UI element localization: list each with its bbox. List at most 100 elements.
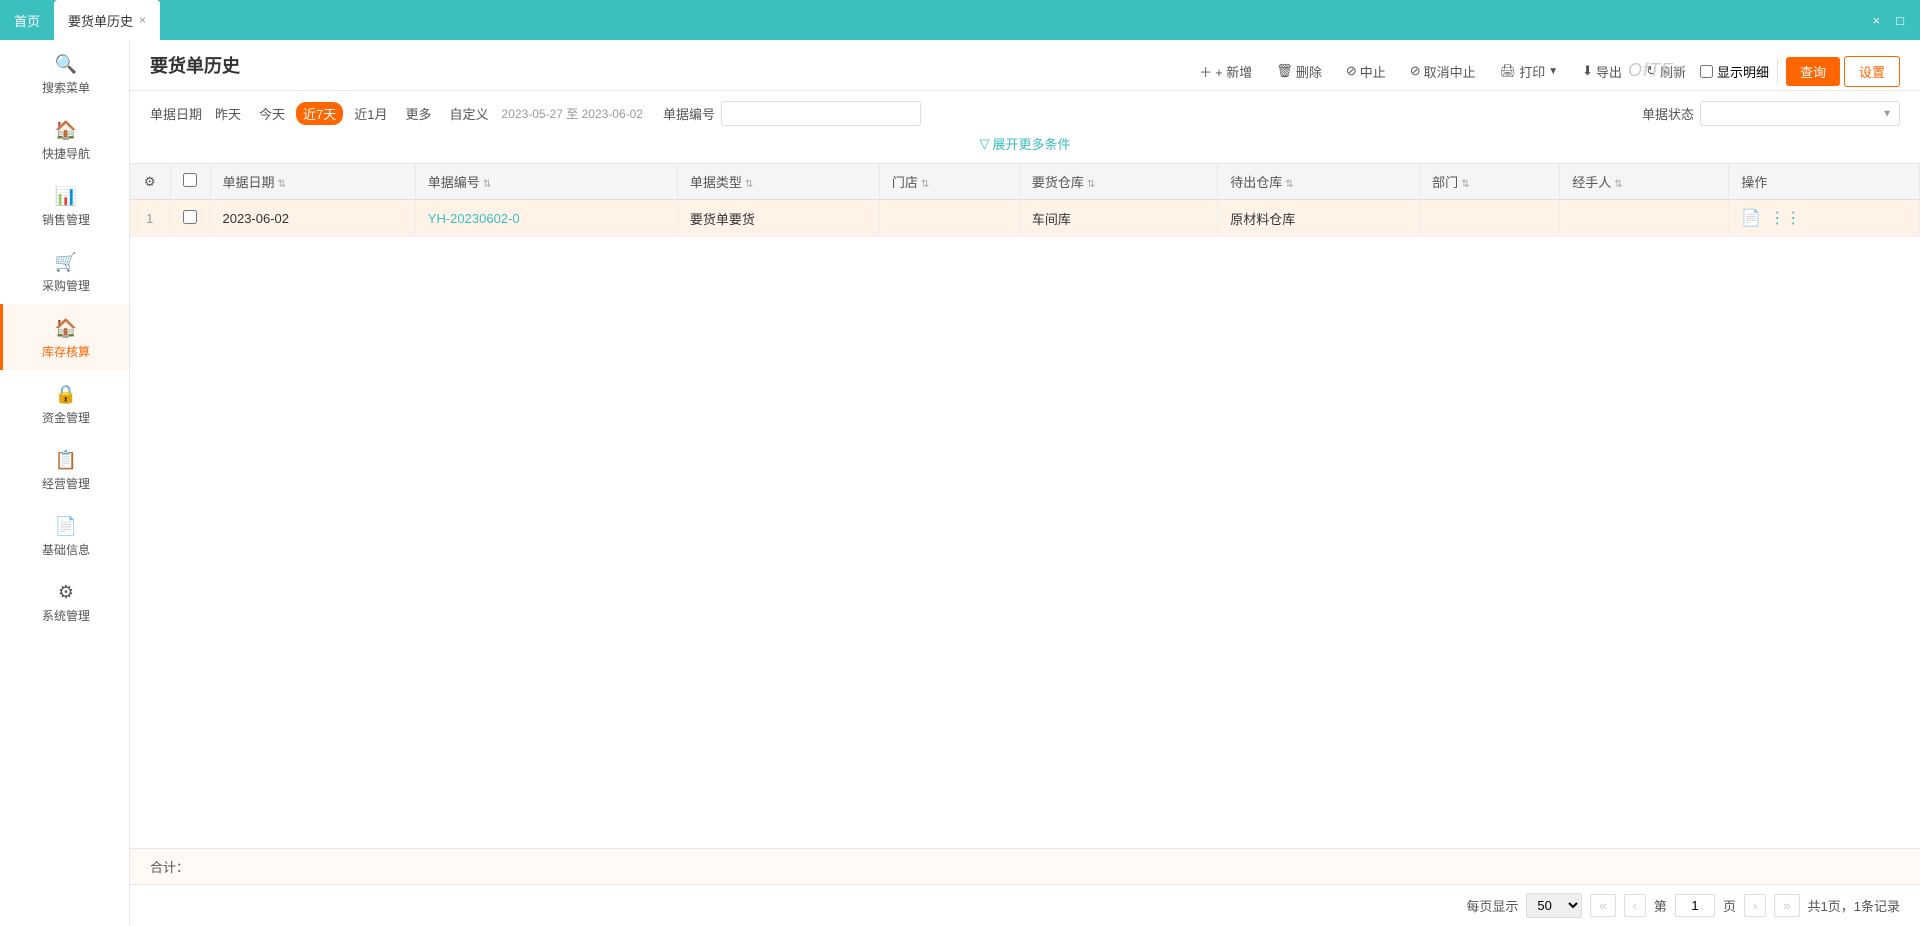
display-detail-toggle[interactable]: 显示明细 — [1700, 62, 1769, 81]
expand-label: 展开更多条件 — [992, 134, 1070, 153]
th-pending-warehouse[interactable]: 待出仓库⇅ — [1218, 164, 1420, 200]
operations-mgmt-icon: 📋 — [55, 450, 77, 471]
export-label: 导出 — [1596, 62, 1622, 81]
filter-row-1: 单据日期 昨天 今天 近7天 近1月 更多 自定义 2023-05-27 至 2… — [150, 101, 1900, 126]
th-req-warehouse[interactable]: 要货仓库⇅ — [1019, 164, 1217, 200]
tab-requisition-history[interactable]: 要货单历史 × — [54, 0, 160, 40]
prev-page-button[interactable]: ‹ — [1624, 894, 1646, 917]
tab-close-icon[interactable]: × — [139, 13, 146, 27]
status-filter-label: 单据状态 — [1642, 104, 1694, 123]
tab-home[interactable]: 首页 — [0, 0, 54, 40]
main-layout: 🔍 搜索菜单 🏠 快捷导航 📊 销售管理 🛒 采购管理 🏠 库存核算 🔒 资金管… — [0, 40, 1920, 926]
th-handler[interactable]: 经手人⇅ — [1560, 164, 1729, 200]
first-page-button[interactable]: « — [1590, 894, 1615, 917]
sidebar-item-quick-nav-label: 快捷导航 — [42, 145, 90, 162]
date-btn-more[interactable]: 更多 — [399, 102, 439, 125]
date-btn-custom[interactable]: 自定义 — [443, 102, 496, 125]
sidebar-item-system-mgmt[interactable]: ⚙ 系统管理 — [0, 568, 129, 634]
refresh-button[interactable]: ↻ 刷新 — [1636, 57, 1696, 86]
page-size-label: 每页显示 — [1466, 896, 1518, 915]
sidebar-item-search-menu[interactable]: 🔍 搜索菜单 — [0, 40, 129, 106]
sort-no-icon: ⇅ — [483, 179, 491, 190]
td-handler — [1560, 200, 1729, 237]
sidebar-item-inventory[interactable]: 🏠 库存核算 — [0, 304, 129, 370]
td-store — [879, 200, 1019, 237]
sales-mgmt-icon: 📊 — [55, 186, 77, 207]
date-btn-1month[interactable]: 近1月 — [347, 102, 394, 125]
sidebar-item-basic-info[interactable]: 📄 基础信息 — [0, 502, 129, 568]
page-size-select[interactable]: 50 20 100 200 — [1526, 893, 1582, 918]
table-header-row: ⚙ 单据日期⇅ 单据编号⇅ 单据类型⇅ 门店⇅ 要货仓库⇅ 待出仓库⇅ 部门⇅ … — [130, 164, 1920, 200]
setting-button[interactable]: 设置 — [1844, 56, 1900, 87]
print-icon: 🖨 — [1500, 63, 1517, 79]
close-window-icon[interactable]: × — [1873, 13, 1881, 28]
billno-filter-label: 单据编号 — [663, 104, 715, 123]
date-filter-label: 单据日期 — [150, 104, 202, 123]
td-checkbox — [170, 200, 210, 237]
status-select[interactable] — [1700, 101, 1900, 126]
date-btn-yesterday[interactable]: 昨天 — [208, 102, 248, 125]
print-dropdown-icon: ▼ — [1548, 66, 1558, 77]
td-pending-warehouse: 原材料仓库 — [1218, 200, 1420, 237]
more-action-icon[interactable]: ⋮⋮ — [1769, 208, 1801, 228]
th-no[interactable]: 单据编号⇅ — [415, 164, 677, 200]
delete-label: 删除 — [1296, 62, 1322, 81]
sort-store-icon: ⇅ — [921, 179, 929, 190]
finance-mgmt-icon: 🔒 — [55, 384, 77, 405]
last-page-button[interactable]: » — [1774, 894, 1799, 917]
page-number-input[interactable] — [1675, 894, 1715, 917]
display-detail-checkbox[interactable] — [1700, 65, 1713, 78]
td-no[interactable]: YH-20230602-0 — [415, 200, 677, 237]
sidebar-item-purchase-mgmt[interactable]: 🛒 采购管理 — [0, 238, 129, 304]
export-button[interactable]: ⬇ 导出 — [1572, 57, 1632, 86]
th-date[interactable]: 单据日期⇅ — [210, 164, 415, 200]
print-button[interactable]: 🖨 打印 ▼ — [1490, 57, 1568, 86]
sidebar-item-quick-nav[interactable]: 🏠 快捷导航 — [0, 106, 129, 172]
sort-req-warehouse-icon: ⇅ — [1087, 179, 1095, 190]
page-title: 要货单历史 — [150, 52, 240, 78]
row-checkbox[interactable] — [183, 210, 197, 224]
date-btn-today[interactable]: 今天 — [252, 102, 292, 125]
quick-nav-icon: 🏠 — [55, 120, 77, 141]
sidebar-item-finance-mgmt[interactable]: 🔒 资金管理 — [0, 370, 129, 436]
billno-filter-group: 单据编号 — [663, 101, 921, 126]
date-btn-7days[interactable]: 近7天 — [296, 102, 343, 125]
edit-action-icon[interactable]: 📄 — [1741, 208, 1761, 228]
billno-input[interactable] — [721, 101, 921, 126]
new-button[interactable]: ＋ + 新增 — [1189, 57, 1262, 86]
sidebar-item-operations-mgmt[interactable]: 📋 经营管理 — [0, 436, 129, 502]
sidebar-item-sales-mgmt[interactable]: 📊 销售管理 — [0, 172, 129, 238]
sidebar-item-search-menu-label: 搜索菜单 — [42, 79, 90, 96]
minimize-window-icon[interactable]: □ — [1896, 13, 1904, 28]
expand-more-btn[interactable]: ▽ 展开更多条件 — [979, 134, 1070, 153]
sort-date-icon: ⇅ — [278, 179, 286, 190]
purchase-mgmt-icon: 🛒 — [55, 252, 77, 273]
th-settings[interactable]: ⚙ — [130, 164, 170, 200]
td-req-warehouse: 车间库 — [1019, 200, 1217, 237]
status-select-wrapper — [1700, 101, 1900, 126]
sidebar-item-purchase-label: 采购管理 — [42, 277, 90, 294]
delete-button[interactable]: 🗑 删除 — [1266, 57, 1332, 86]
sidebar-item-finance-label: 资金管理 — [42, 409, 90, 426]
sort-pending-warehouse-icon: ⇅ — [1285, 179, 1293, 190]
tab-home-label: 首页 — [14, 11, 40, 30]
new-label: + 新增 — [1215, 62, 1252, 81]
sidebar-item-operations-label: 经营管理 — [42, 475, 90, 492]
select-all-checkbox[interactable] — [183, 173, 197, 187]
td-type: 要货单要货 — [677, 200, 879, 237]
sidebar-item-inventory-label: 库存核算 — [42, 343, 90, 360]
th-checkbox — [170, 164, 210, 200]
th-dept[interactable]: 部门⇅ — [1420, 164, 1560, 200]
display-detail-label: 显示明细 — [1717, 62, 1769, 81]
table-container: ⚙ 单据日期⇅ 单据编号⇅ 单据类型⇅ 门店⇅ 要货仓库⇅ 待出仓库⇅ 部门⇅ … — [130, 164, 1920, 848]
cancel-stop-button[interactable]: ⊘ 取消中止 — [1400, 57, 1486, 86]
th-type[interactable]: 单据类型⇅ — [677, 164, 879, 200]
th-store[interactable]: 门店⇅ — [879, 164, 1019, 200]
plus-icon: ＋ — [1199, 62, 1212, 81]
stop-button[interactable]: ⊘ 中止 — [1336, 57, 1396, 86]
query-button[interactable]: 查询 — [1786, 57, 1840, 86]
bill-no-link[interactable]: YH-20230602-0 — [428, 211, 520, 226]
tab-requisition-label: 要货单历史 — [68, 11, 133, 30]
next-page-button[interactable]: › — [1744, 894, 1766, 917]
sort-type-icon: ⇅ — [745, 179, 753, 190]
